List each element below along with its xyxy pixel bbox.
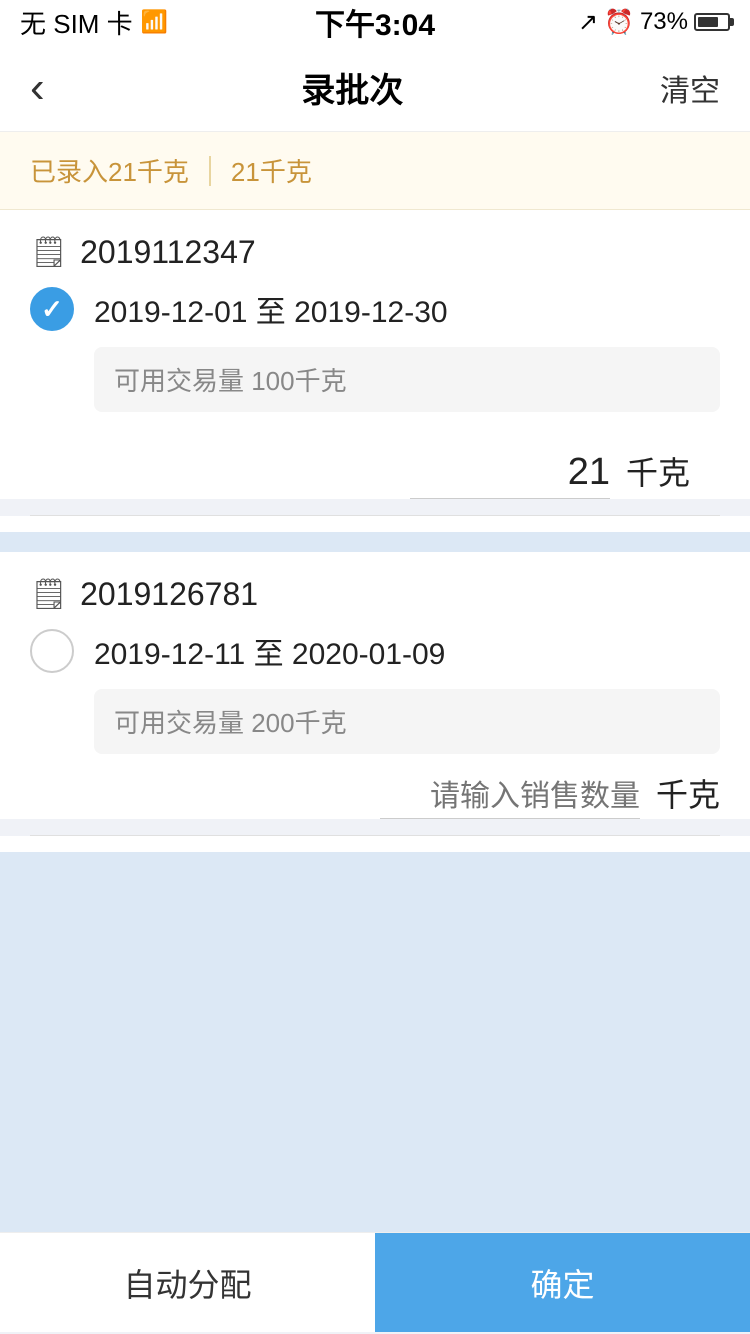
batch-1-radio[interactable]: [30, 287, 74, 331]
status-time: 下午3:04: [315, 0, 435, 44]
batch-1-date: 2019-12-01 至 2019-12-30: [94, 287, 448, 331]
confirm-button[interactable]: 确定: [375, 1233, 750, 1332]
status-right: ↗ ⏰ 73%: [578, 8, 730, 37]
batch-1-quantity-row: 21 千克: [0, 412, 750, 499]
batch-2-date: 2019-12-11 至 2020-01-09: [94, 629, 445, 673]
batch-1-row[interactable]: 2019-12-01 至 2019-12-30: [30, 287, 720, 331]
page-title: 录批次: [301, 63, 403, 112]
batch-1-header: 🗒 2019112347: [30, 234, 720, 271]
battery-fill: [698, 17, 718, 27]
batch-2-unit: 千克: [656, 770, 720, 816]
batch-2-avail: 可用交易量 200千克: [94, 689, 720, 754]
batch-1-avail: 可用交易量 100千克: [94, 347, 720, 412]
batch-2-quantity-input[interactable]: [380, 780, 640, 814]
info-value: 21千克: [231, 152, 312, 189]
recorded-label: 已录入21千克: [30, 152, 189, 189]
gray-area: [0, 852, 750, 1232]
status-left: 无 SIM 卡 📶: [20, 4, 168, 41]
nav-bar: ‹ 录批次 清空: [0, 44, 750, 132]
back-button[interactable]: ‹: [30, 63, 45, 113]
status-bar: 无 SIM 卡 📶 下午3:04 ↗ ⏰ 73%: [0, 0, 750, 44]
batch-1-quantity-value: 21: [568, 451, 610, 493]
batch-2-radio[interactable]: [30, 629, 74, 673]
location-icon: ↗: [578, 8, 598, 37]
batch-2-input-row[interactable]: 千克: [0, 754, 750, 819]
battery-icon: [694, 13, 730, 31]
clear-button[interactable]: 清空: [660, 66, 720, 110]
batch-1-icon: 🗒: [30, 235, 68, 270]
batch-2-id: 2019126781: [80, 576, 258, 613]
batch-card-2: 🗒 2019126781 2019-12-11 至 2020-01-09 可用交…: [0, 552, 750, 754]
batch-2-header: 🗒 2019126781: [30, 576, 720, 613]
carrier-text: 无 SIM 卡: [20, 4, 133, 41]
batch-2-avail-text: 可用交易量 200千克: [114, 708, 347, 738]
info-banner: 已录入21千克 21千克: [0, 132, 750, 210]
batch-card-1: 🗒 2019112347 2019-12-01 至 2019-12-30 可用交…: [0, 210, 750, 412]
batch-2-bottom-space: [0, 836, 750, 852]
wifi-icon: 📶: [141, 9, 168, 35]
batch-2-icon: 🗒: [30, 577, 68, 612]
section-divider: [0, 532, 750, 552]
info-divider: [209, 156, 211, 186]
battery-percent: 73%: [640, 8, 688, 36]
batch-1-avail-text: 可用交易量 100千克: [114, 366, 347, 396]
batch-1-id: 2019112347: [80, 234, 256, 271]
auto-distribute-button[interactable]: 自动分配: [0, 1233, 375, 1332]
alarm-icon: ⏰: [604, 8, 634, 37]
bottom-bar: 自动分配 确定: [0, 1232, 750, 1332]
batch-1-unit: 千克: [626, 448, 690, 494]
batch-2-row[interactable]: 2019-12-11 至 2020-01-09: [30, 629, 720, 673]
batch-1-bottom-space: [0, 516, 750, 532]
